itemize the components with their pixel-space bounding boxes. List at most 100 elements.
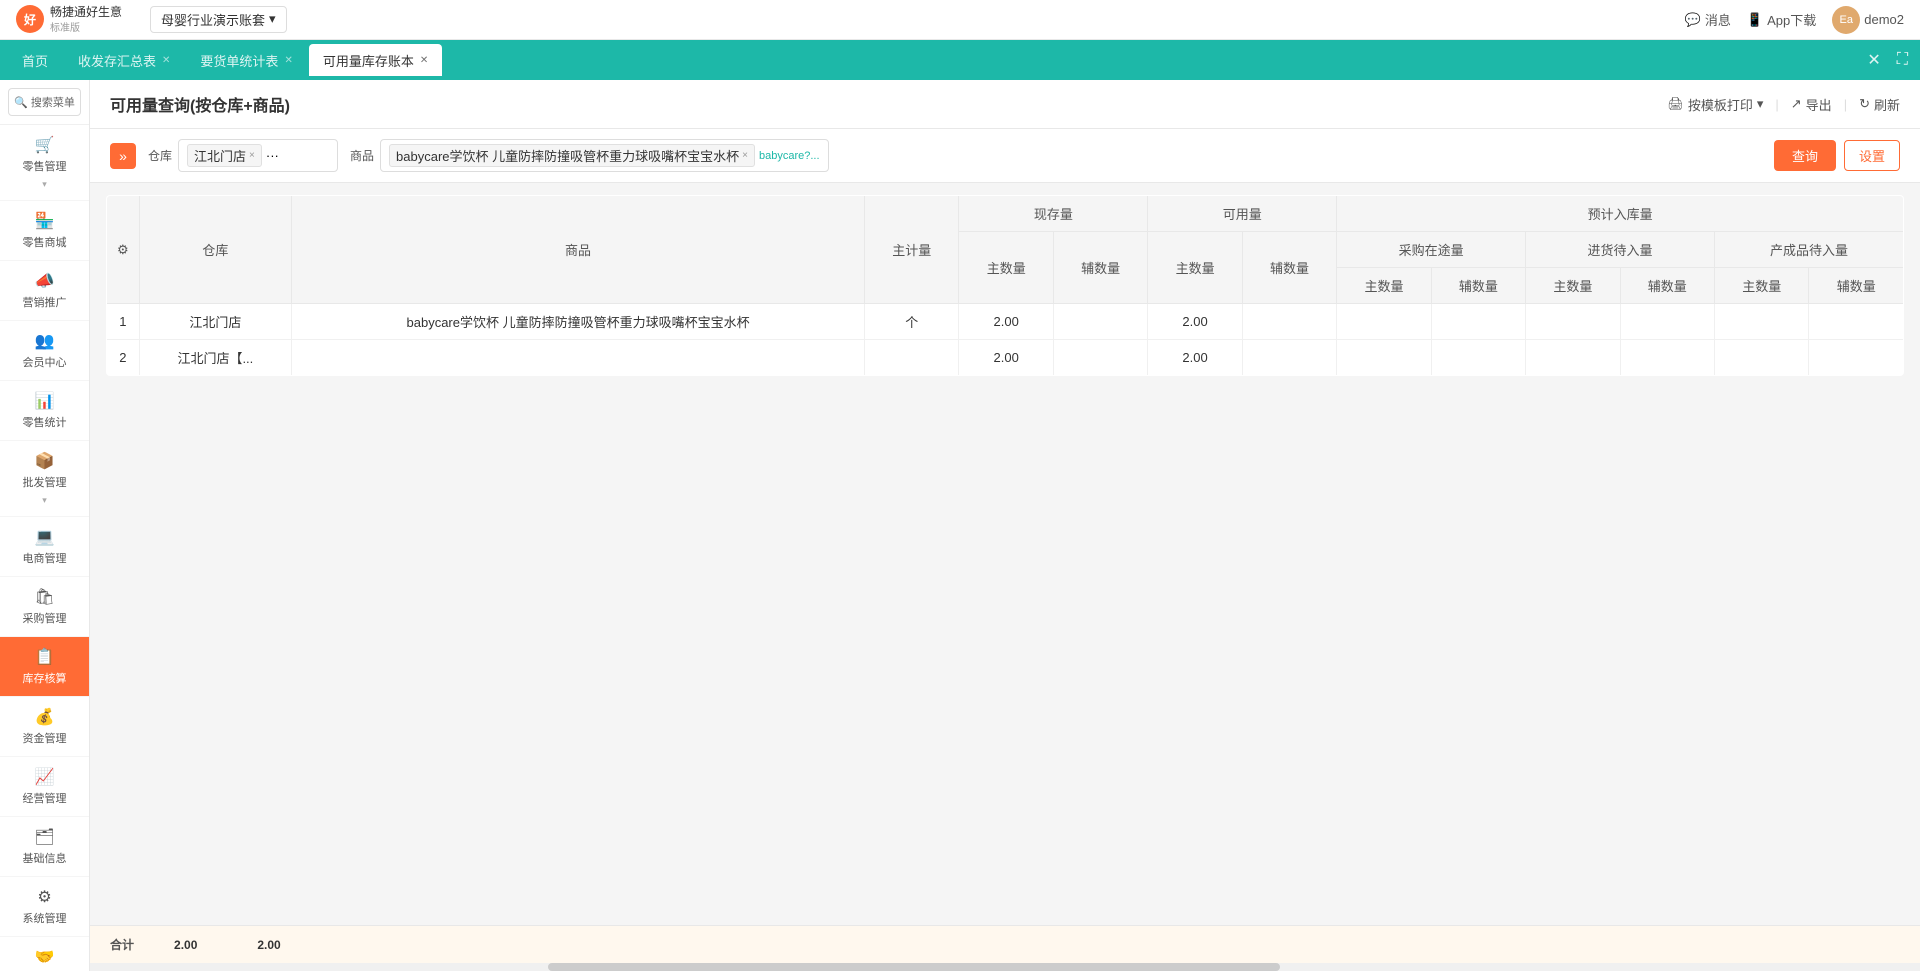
app-download-btn[interactable]: 📱 App下载 <box>1747 10 1816 29</box>
main-layout: 🔍 搜索菜单 🛒 零售管理 ▾ 🏪 零售商城 📣 营销推广 👥 会员中心 📊 零… <box>0 80 1920 971</box>
sidebar-item-finance-mgmt[interactable]: 💰 资金管理 <box>0 697 89 757</box>
account-selector-label: 母婴行业演示账套 <box>161 10 265 29</box>
print-btn[interactable]: 🖨 按模板打印 <box>1667 95 1763 114</box>
basic-info-icon: 🗂 <box>34 827 54 847</box>
filter-actions: 查询 设置 <box>1774 140 1900 171</box>
top-bar-right: 💬 消息 📱 App下载 Ea demo2 <box>1685 6 1904 34</box>
sidebar-item-purchase-mgmt[interactable]: 🛍 采购管理 <box>0 577 89 637</box>
logo-text: 畅捷通好生意 <box>50 5 122 19</box>
sidebar-item-marketing[interactable]: 📣 营销推广 <box>0 261 89 321</box>
tab-fullscreen-btn[interactable]: ⛶ <box>1893 47 1912 73</box>
cell-warehouse: 江北门店【... <box>139 340 291 376</box>
user-area[interactable]: Ea demo2 <box>1832 6 1904 34</box>
cell-inbound-main <box>1526 340 1620 376</box>
tab-order-stats-label: 要货单统计表 <box>200 51 278 70</box>
cell-stock-main: 2.00 <box>959 340 1053 376</box>
stock-check-icon: 📋 <box>35 647 55 667</box>
sidebar-item-member-center[interactable]: 👥 会员中心 <box>0 321 89 381</box>
wholesale-mgmt-icon: 📦 <box>35 451 55 471</box>
ecom-mgmt-icon: 💻 <box>35 527 55 547</box>
col-subheader-purchase-aux: 辅数量 <box>1431 268 1525 304</box>
col-header-forecast-group: 预计入库量 <box>1337 196 1904 232</box>
tab-available-stock[interactable]: 可用量库存账本 <box>309 44 442 76</box>
export-btn[interactable]: ↗ 导出 <box>1791 95 1832 114</box>
sidebar-item-wholesale-mgmt[interactable]: 📦 批发管理 ▾ <box>0 441 89 517</box>
product-filter-input[interactable]: babycare学饮杯 儿童防摔防撞吸管杯重力球吸嘴杯宝宝水杯 × babyca… <box>380 139 828 172</box>
tab-home-label: 首页 <box>22 51 48 70</box>
cell-product: babycare学饮杯 儿童防摔防撞吸管杯重力球吸嘴杯宝宝水杯 <box>292 304 865 340</box>
export-label: 导出 <box>1806 95 1832 114</box>
tab-order-stats-close-icon[interactable] <box>284 54 292 66</box>
warehouse-filter-label: 仓库 <box>148 147 172 164</box>
col-subheader-stock-main: 主数量 <box>959 232 1053 304</box>
product-filter-more[interactable]: babycare?... <box>759 150 820 162</box>
sidebar-item-enterprise-collab[interactable]: 🤝 企业协同 <box>0 937 89 971</box>
product-tag-1-close-icon[interactable]: × <box>742 150 748 161</box>
cell-product-aux <box>1809 340 1904 376</box>
sidebar-item-basic-info[interactable]: 🗂 基础信息 <box>0 817 89 877</box>
sidebar-item-system-mgmt[interactable]: ⚙ 系统管理 <box>0 877 89 937</box>
warehouse-filter-field: 仓库 江北门店 × ··· <box>148 139 338 172</box>
query-button[interactable]: 查询 <box>1774 140 1836 171</box>
warehouse-tag-close-icon[interactable]: × <box>249 150 255 161</box>
sidebar-item-ecom-mgmt[interactable]: 💻 电商管理 <box>0 517 89 577</box>
page-title: 可用量查询(按仓库+商品) <box>110 92 290 116</box>
cell-inbound-main <box>1526 304 1620 340</box>
cell-purchase-aux <box>1431 340 1525 376</box>
avatar: Ea <box>1832 6 1860 34</box>
refresh-btn[interactable]: ↻ 刷新 <box>1859 95 1900 114</box>
operations-mgmt-icon: 📈 <box>35 767 55 787</box>
message-label: 消息 <box>1705 10 1731 29</box>
sidebar-item-retail-stats[interactable]: 📊 零售统计 <box>0 381 89 441</box>
horizontal-scrollbar[interactable] <box>90 963 1920 971</box>
sidebar-item-retail-mgmt[interactable]: 🛒 零售管理 ▾ <box>0 125 89 201</box>
scroll-thumb[interactable] <box>548 963 1280 971</box>
col-subheader-purchase-main: 主数量 <box>1337 268 1431 304</box>
finance-mgmt-icon: 💰 <box>35 707 55 727</box>
summary-stock-main: 2.00 <box>174 938 197 952</box>
logo-sub: 标准版 <box>50 19 122 34</box>
sidebar-search-btn[interactable]: 🔍 搜索菜单 <box>8 88 81 116</box>
message-btn[interactable]: 💬 消息 <box>1685 10 1731 29</box>
tab-available-stock-close-icon[interactable] <box>420 54 428 66</box>
product-tag-1-label: babycare学饮杯 儿童防摔防撞吸管杯重力球吸嘴杯宝宝水杯 <box>396 146 739 165</box>
tab-close-all-btn[interactable]: ✕ <box>1863 46 1884 74</box>
filter-expand-btn[interactable]: » <box>110 143 136 169</box>
sidebar: 🔍 搜索菜单 🛒 零售管理 ▾ 🏪 零售商城 📣 营销推广 👥 会员中心 📊 零… <box>0 80 90 971</box>
tab-receive-summary-close-icon[interactable] <box>162 54 170 66</box>
tab-receive-summary[interactable]: 收发存汇总表 <box>64 44 184 76</box>
sidebar-item-ecom-mgmt-label: 电商管理 <box>23 550 67 566</box>
col-header-product: 商品 <box>292 196 865 304</box>
cell-warehouse: 江北门店 <box>139 304 291 340</box>
account-selector[interactable]: 母婴行业演示账套 <box>150 6 287 33</box>
sidebar-item-operations-mgmt[interactable]: 📈 经营管理 <box>0 757 89 817</box>
logo-area: 好 畅捷通好生意 标准版 <box>16 5 122 34</box>
col-subheader-product-main: 主数量 <box>1714 268 1808 304</box>
product-tag-1: babycare学饮杯 儿童防摔防撞吸管杯重力球吸嘴杯宝宝水杯 × <box>389 144 755 167</box>
logo-text-block: 畅捷通好生意 标准版 <box>50 5 122 34</box>
user-label: demo2 <box>1864 12 1904 27</box>
message-icon: 💬 <box>1685 12 1701 28</box>
warehouse-filter-input[interactable]: 江北门店 × ··· <box>178 139 338 172</box>
tab-receive-summary-label: 收发存汇总表 <box>78 51 156 70</box>
settings-button[interactable]: 设置 <box>1844 140 1900 171</box>
table-row: 2 江北门店【... 2.00 2.00 <box>107 340 1904 376</box>
col-subheader-inbound-aux: 辅数量 <box>1620 268 1714 304</box>
retail-mgmt-icon: 🛒 <box>35 135 55 155</box>
sidebar-item-stock-check[interactable]: 📋 库存核算 <box>0 637 89 697</box>
warehouse-tag-label: 江北门店 <box>194 146 246 165</box>
col-header-stock-group: 现存量 <box>959 196 1148 232</box>
sidebar-item-retail-stats-label: 零售统计 <box>23 414 67 430</box>
col-subheader-avail-main: 主数量 <box>1148 232 1242 304</box>
export-icon: ↗ <box>1791 96 1802 112</box>
cell-purchase-aux <box>1431 304 1525 340</box>
app-download-label: App下载 <box>1767 10 1816 29</box>
tab-order-stats[interactable]: 要货单统计表 <box>186 44 306 76</box>
gear-icon[interactable] <box>117 242 129 257</box>
cell-product-main <box>1714 304 1808 340</box>
tab-home[interactable]: 首页 <box>8 44 62 76</box>
col-subheader-avail-aux: 辅数量 <box>1242 232 1336 304</box>
summary-label: 合计 <box>110 936 134 953</box>
sidebar-item-retail-mall[interactable]: 🏪 零售商城 <box>0 201 89 261</box>
sidebar-item-member-center-label: 会员中心 <box>23 354 67 370</box>
